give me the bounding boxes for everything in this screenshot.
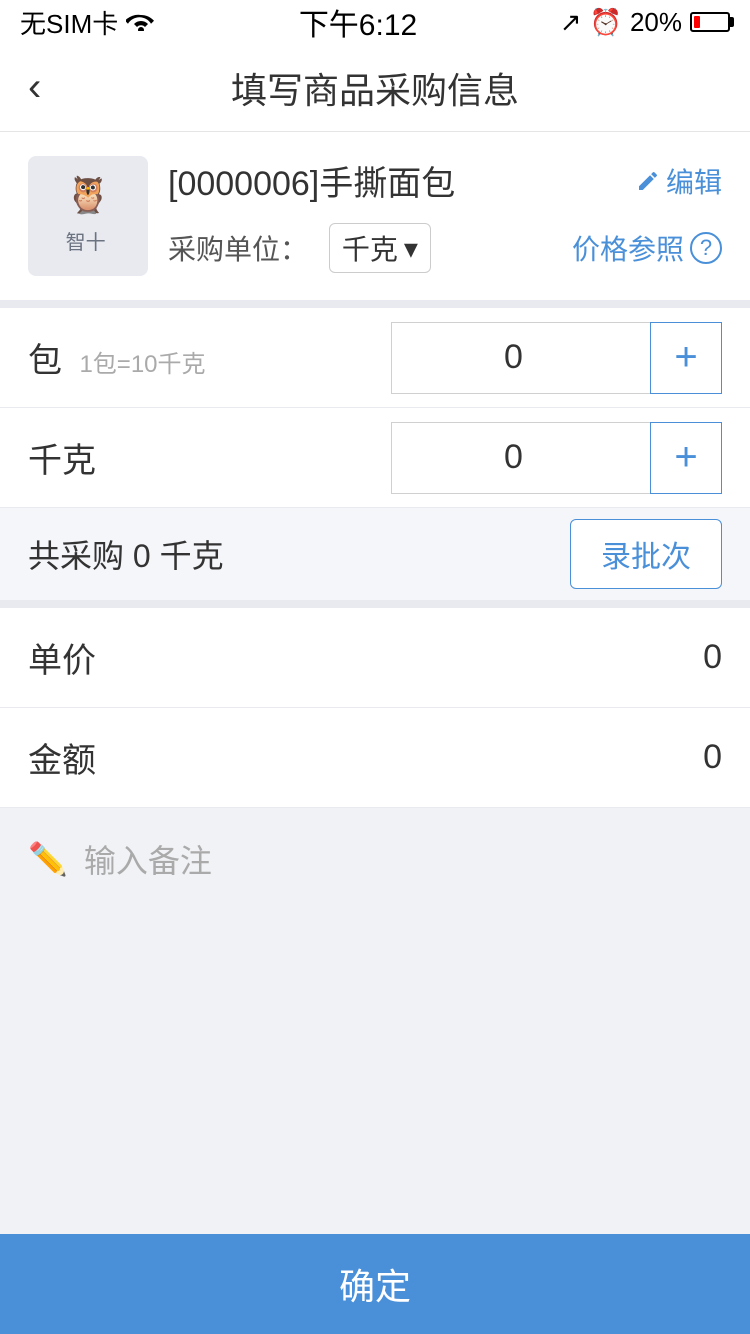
help-icon: ? [690,232,722,264]
status-bar-time: 下午6:12 [299,0,417,44]
unit-value: 千克 [342,228,398,268]
price-reference-button[interactable]: 价格参照 ? [572,228,722,268]
remark-input-row[interactable]: ✏️ 输入备注 [28,836,722,882]
remark-placeholder: 输入备注 [84,836,212,882]
amount-value: 0 [703,738,722,777]
pack-plus-button[interactable]: + [650,322,722,394]
price-ref-label: 价格参照 [572,228,684,268]
kg-input[interactable] [391,422,651,494]
summary-section: 共采购 0 千克 录批次 [0,508,750,608]
status-bar-right: ↗ ⏰ 20% [560,7,730,38]
amount-label: 金额 [28,733,96,782]
battery-label: 20% [630,7,682,38]
product-info: [0000006]手撕面包 编辑 采购单位： 千克 ▾ 价格参照 ? [168,156,722,273]
edit-label: 编辑 [666,161,722,201]
pack-sub-label: 1包=10千克 [79,351,205,378]
quantity-section: 包 1包=10千克 + 千克 + [0,308,750,508]
status-bar-left: 无SIM卡 [20,4,156,41]
confirm-bar[interactable]: 确定 [0,1234,750,1334]
product-thumbnail: 🦉智十 [28,156,148,276]
kg-label: 千克 [28,433,391,482]
edit-button[interactable]: 编辑 [636,161,722,201]
location-icon: ↗ [560,7,582,38]
back-button[interactable]: ‹ [28,65,41,110]
amount-row: 金额 0 [0,708,750,808]
unit-label: 采购单位： [168,234,308,265]
dropdown-icon: ▾ [404,232,418,265]
pack-input[interactable] [391,322,651,394]
confirm-button[interactable]: 确定 [339,1258,411,1310]
product-section: 🦉智十 [0000006]手撕面包 编辑 采购单位： 千克 ▾ [0,132,750,308]
kg-plus-button[interactable]: + [650,422,722,494]
alarm-icon: ⏰ [590,7,622,38]
product-name: [0000006]手撕面包 [168,156,455,205]
page-title: 填写商品采购信息 [231,62,519,114]
unit-select[interactable]: 千克 ▾ [329,223,431,273]
pencil-icon: ✏️ [28,840,68,878]
product-logo: 🦉智十 [66,174,111,258]
pack-row: 包 1包=10千克 + [0,308,750,408]
price-label: 单价 [28,633,96,682]
kg-row: 千克 + [0,408,750,508]
nav-bar: ‹ 填写商品采购信息 [0,44,750,132]
detail-section: 单价 0 金额 0 [0,608,750,808]
carrier-label: 无SIM卡 [20,4,118,41]
price-value: 0 [703,638,722,677]
remark-section: ✏️ 输入备注 [0,808,750,1008]
pack-label: 包 1包=10千克 [28,333,391,382]
record-batch-button[interactable]: 录批次 [570,519,722,589]
summary-text: 共采购 0 千克 [28,531,224,577]
status-bar: 无SIM卡 下午6:12 ↗ ⏰ 20% [0,0,750,44]
price-row: 单价 0 [0,608,750,708]
wifi-icon [126,7,156,38]
battery-icon [690,12,730,32]
